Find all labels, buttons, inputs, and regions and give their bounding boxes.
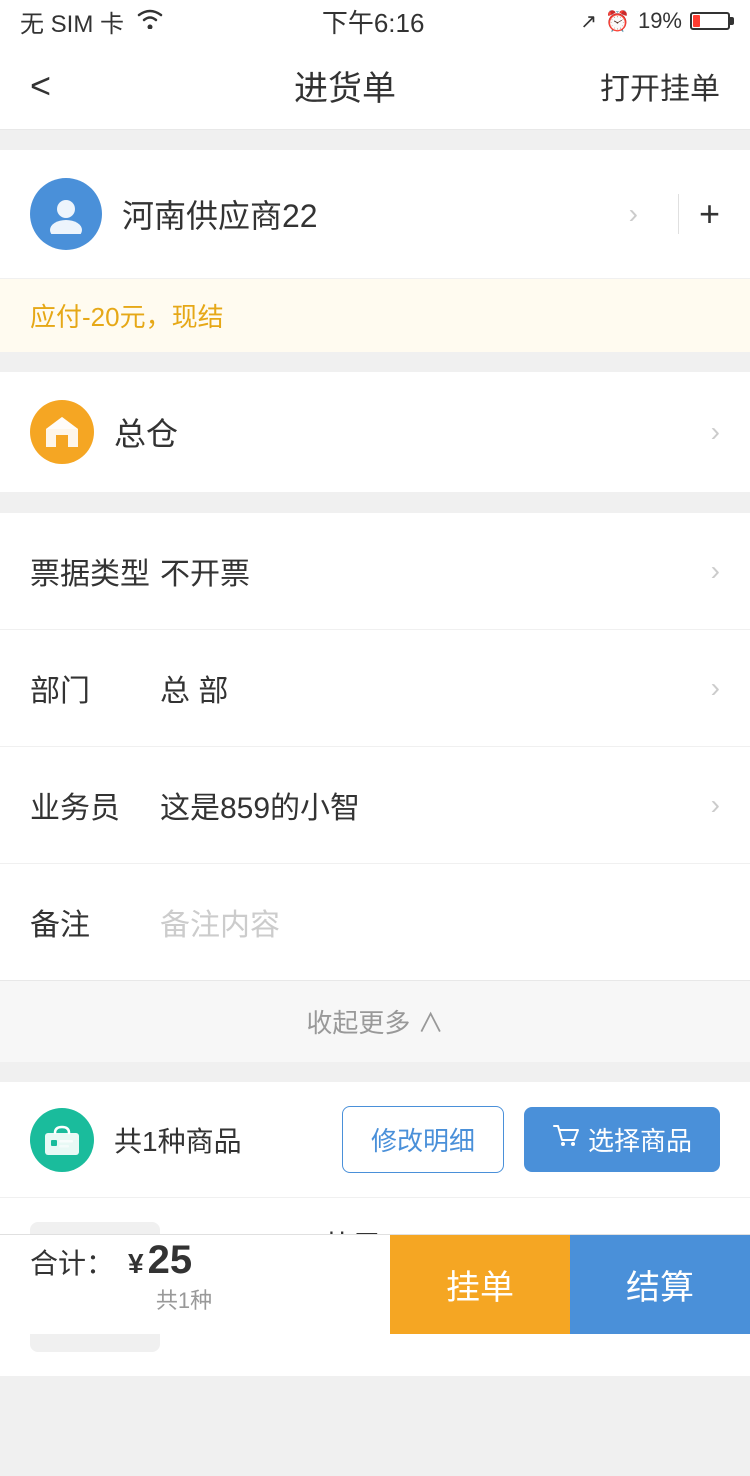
status-time: 下午6:16 bbox=[322, 3, 425, 40]
warehouse-row[interactable]: 总仓 › bbox=[0, 372, 750, 492]
remark-input[interactable]: 备注内容 bbox=[160, 900, 720, 944]
carrier-text: 无 SIM 卡 bbox=[20, 4, 124, 39]
department-label: 部门 bbox=[30, 666, 160, 710]
cart-icon bbox=[552, 1124, 580, 1155]
select-product-button[interactable]: 选择商品 bbox=[524, 1107, 720, 1172]
remark-row[interactable]: 备注 备注内容 bbox=[0, 863, 750, 980]
wifi-icon bbox=[134, 7, 166, 36]
alarm-icon: ⏰ bbox=[605, 9, 630, 34]
section-gap-3 bbox=[0, 492, 750, 512]
battery-icon bbox=[690, 12, 730, 30]
section-gap-2 bbox=[0, 352, 750, 372]
invoice-value: 不开票 bbox=[160, 549, 711, 593]
department-row[interactable]: 部门 总 部 › bbox=[0, 629, 750, 746]
section-gap-1 bbox=[0, 130, 750, 150]
hang-button[interactable]: 挂单 bbox=[390, 1235, 570, 1334]
supplier-name: 河南供应商22 bbox=[122, 191, 629, 237]
section-gap-4 bbox=[0, 1062, 750, 1082]
page-title: 进货单 bbox=[294, 61, 396, 110]
warehouse-arrow-icon: › bbox=[711, 416, 720, 448]
supplier-row[interactable]: 河南供应商22 › + bbox=[0, 150, 750, 279]
supplier-section: 河南供应商22 › + 应付-20元，现结 bbox=[0, 150, 750, 352]
total-amount: 25 bbox=[148, 1238, 193, 1283]
nav-bar: < 进货单 打开挂单 bbox=[0, 42, 750, 130]
department-value: 总 部 bbox=[160, 666, 711, 710]
salesperson-row[interactable]: 业务员 这是859的小智 › bbox=[0, 746, 750, 863]
salesperson-arrow-icon: › bbox=[711, 789, 720, 821]
modify-detail-button[interactable]: 修改明细 bbox=[342, 1106, 504, 1173]
alert-banner: 应付-20元，现结 bbox=[0, 279, 750, 352]
select-product-label: 选择商品 bbox=[588, 1121, 692, 1158]
supplier-arrow-icon: › bbox=[629, 198, 638, 230]
battery-percent: 19% bbox=[638, 8, 682, 34]
remark-label: 备注 bbox=[30, 900, 160, 944]
product-count-icon bbox=[30, 1108, 94, 1172]
product-count-text: 共1种商品 bbox=[114, 1120, 322, 1160]
collapse-bar[interactable]: 收起更多 ∧ bbox=[0, 980, 750, 1062]
location-icon: ↗ bbox=[580, 9, 597, 34]
status-bar: 无 SIM 卡 下午6:16 ↗ ⏰ 19% bbox=[0, 0, 750, 42]
warehouse-section[interactable]: 总仓 › bbox=[0, 372, 750, 492]
invoice-label: 票据类型 bbox=[30, 549, 160, 593]
warehouse-icon bbox=[30, 400, 94, 464]
bottom-bar: 合计： ¥ 25 共1种 挂单 结算 bbox=[0, 1234, 750, 1334]
checkout-button[interactable]: 结算 bbox=[570, 1235, 750, 1334]
bottom-summary: 合计： ¥ 25 共1种 bbox=[0, 1235, 390, 1334]
status-right: ↗ ⏰ 19% bbox=[580, 8, 730, 34]
total-label: 合计： bbox=[30, 1242, 114, 1282]
total-count: 共1种 bbox=[156, 1283, 212, 1331]
product-header: 共1种商品 修改明细 选择商品 bbox=[0, 1082, 750, 1197]
invoice-type-row[interactable]: 票据类型 不开票 › bbox=[0, 512, 750, 629]
back-button[interactable]: < bbox=[30, 65, 90, 107]
warehouse-name: 总仓 bbox=[114, 409, 711, 455]
supplier-avatar bbox=[30, 178, 102, 250]
total-column: 合计： ¥ 25 共1种 bbox=[30, 1238, 212, 1331]
form-section: 票据类型 不开票 › 部门 总 部 › 业务员 这是859的小智 › 备注 备注… bbox=[0, 512, 750, 980]
spacer-bottom bbox=[0, 1376, 750, 1476]
total-symbol: ¥ bbox=[128, 1248, 144, 1280]
salesperson-label: 业务员 bbox=[30, 783, 160, 827]
salesperson-value: 这是859的小智 bbox=[160, 783, 711, 827]
department-arrow-icon: › bbox=[711, 672, 720, 704]
open-hang-button[interactable]: 打开挂单 bbox=[600, 64, 720, 108]
invoice-arrow-icon: › bbox=[711, 555, 720, 587]
divider bbox=[678, 194, 679, 234]
add-button[interactable]: + bbox=[699, 193, 720, 235]
status-left: 无 SIM 卡 bbox=[20, 4, 166, 39]
